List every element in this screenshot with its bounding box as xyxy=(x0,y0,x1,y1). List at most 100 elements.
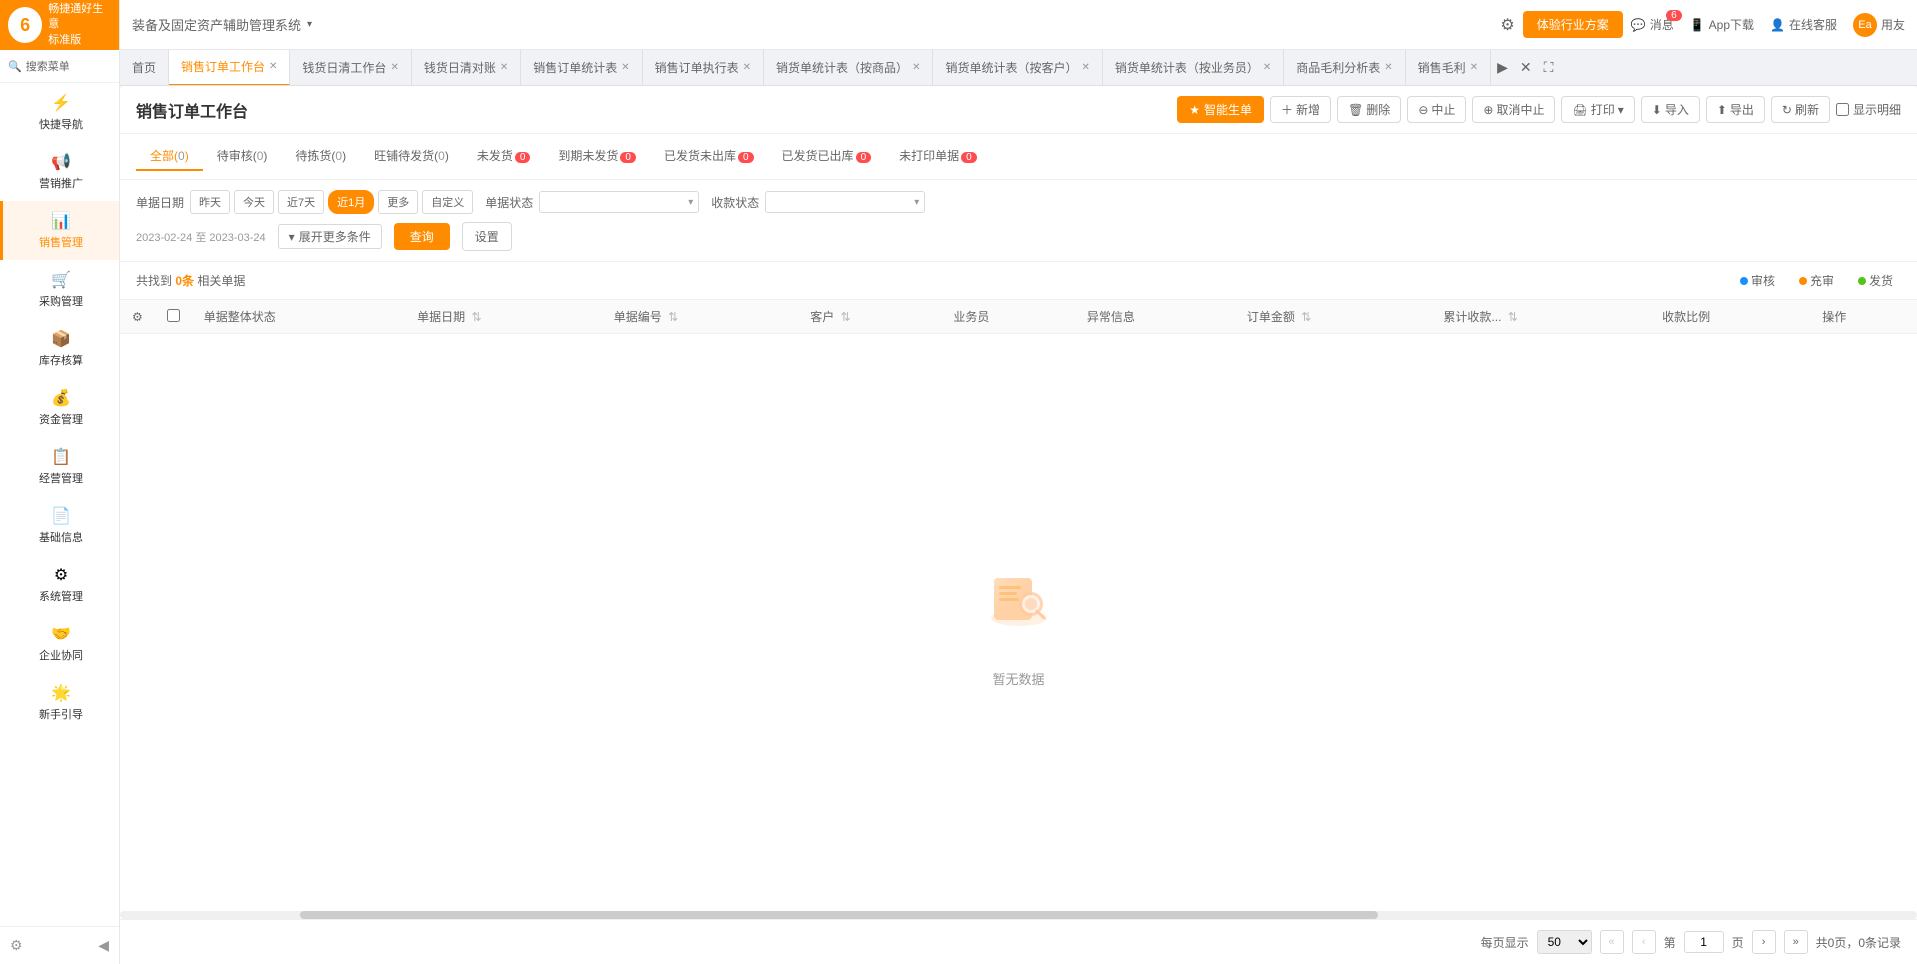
filter-tab-all[interactable]: 全部(0) xyxy=(136,142,203,171)
tab-close-cash-goods-reconcile[interactable]: ✕ xyxy=(500,62,508,73)
sidebar-item-basic-info[interactable]: 📄 基础信息 xyxy=(0,496,119,555)
tab-close-cash-clearance[interactable]: ✕ xyxy=(390,62,398,73)
tab-close-sales-more[interactable]: ✕ xyxy=(1470,62,1478,73)
column-settings-icon[interactable]: ⚙ xyxy=(132,310,143,324)
filter-tab-not-printed[interactable]: 未打印单据0 xyxy=(885,142,991,171)
tab-more-btn[interactable]: ▶ xyxy=(1491,50,1514,86)
tab-close-all-btn[interactable]: ✕ xyxy=(1514,50,1538,86)
sort-number-icon[interactable]: ⇅ xyxy=(668,310,678,324)
tab-sales-workbench[interactable]: 销售订单工作台 ✕ xyxy=(169,50,290,86)
stop-btn[interactable]: ⊖ 中止 xyxy=(1407,96,1466,123)
tab-close-sales-exec[interactable]: ✕ xyxy=(743,62,751,73)
filter-tab-pending-review[interactable]: 待审核(0) xyxy=(203,142,282,171)
tab-sales-stats[interactable]: 销售订单统计表 ✕ xyxy=(521,50,642,86)
tab-close-sales-workbench[interactable]: ✕ xyxy=(269,61,277,72)
filter-tab-not-shipped[interactable]: 未发货0 xyxy=(463,142,545,171)
date-btn-custom[interactable]: 自定义 xyxy=(422,190,473,214)
filter-tab-wangpu-pending[interactable]: 旺铺待发货(0) xyxy=(360,142,463,171)
tab-sales-by-customer[interactable]: 销货单统计表（按客户） ✕ xyxy=(933,50,1102,86)
smart-btn[interactable]: ★ 智能生单 xyxy=(1177,96,1264,123)
filter-tab-shipped-not-out[interactable]: 已发货未出库0 xyxy=(650,142,768,171)
date-btn-1month[interactable]: 近1月 xyxy=(328,190,374,214)
last-page-btn[interactable]: » xyxy=(1784,930,1808,954)
sidebar-item-marketing[interactable]: 📢 营销推广 xyxy=(0,142,119,201)
settings-icon[interactable]: ⚙ xyxy=(10,937,23,954)
date-btn-7days[interactable]: 近7天 xyxy=(278,190,324,214)
unreviewed-action-btn[interactable]: 充审 xyxy=(1791,270,1842,291)
horizontal-scrollbar[interactable] xyxy=(120,911,1917,919)
filter-tab-shipped-out[interactable]: 已发货已出库0 xyxy=(768,142,886,171)
industry-btn[interactable]: 体验行业方案 xyxy=(1523,11,1623,38)
tab-bar: 首页 销售订单工作台 ✕ 钱货日清工作台 ✕ 钱货日清对账 ✕ 销售订单统计表 … xyxy=(120,50,1917,86)
query-btn[interactable]: 查询 xyxy=(394,223,450,250)
sidebar-item-purchase[interactable]: 🛒 采购管理 xyxy=(0,260,119,319)
sidebar-item-sales[interactable]: 📊 销售管理 xyxy=(0,201,119,260)
ship-action-btn[interactable]: 发货 xyxy=(1850,270,1901,291)
delete-btn[interactable]: 🗑 删除 xyxy=(1337,96,1401,123)
sort-customer-icon[interactable]: ⇅ xyxy=(841,310,851,324)
sidebar-item-system[interactable]: ⚙ 系统管理 xyxy=(0,555,119,614)
next-page-btn[interactable]: › xyxy=(1752,930,1776,954)
empty-icon xyxy=(979,558,1059,657)
tab-close-sales-by-product[interactable]: ✕ xyxy=(912,62,920,73)
date-btn-yesterday[interactable]: 昨天 xyxy=(190,190,230,214)
user-btn[interactable]: Ea 用友 xyxy=(1853,13,1905,37)
sidebar-item-quick-nav[interactable]: ⚡ 快捷导航 xyxy=(0,83,119,142)
topbar-settings-icon[interactable]: ⚙ xyxy=(1500,15,1514,35)
status-select[interactable] xyxy=(539,191,699,213)
set-btn[interactable]: 设置 xyxy=(462,222,512,251)
filter-tab-expired-not-shipped[interactable]: 到期未发货0 xyxy=(544,142,650,171)
table-count-info: 共找到 0条 相关单据 xyxy=(136,272,245,289)
show-detail-input[interactable] xyxy=(1836,103,1849,116)
dropdown-icon[interactable]: ▾ xyxy=(307,19,312,30)
tab-cash-clearance[interactable]: 钱货日清工作台 ✕ xyxy=(290,50,411,86)
page-input[interactable] xyxy=(1684,931,1724,953)
tab-sales-by-staff[interactable]: 销货单统计表（按业务员） ✕ xyxy=(1103,50,1284,86)
first-page-btn[interactable]: « xyxy=(1600,930,1624,954)
tab-sales-more[interactable]: 销售毛利 ✕ xyxy=(1406,50,1491,86)
online-service-btn[interactable]: 👤 在线客服 xyxy=(1770,16,1837,33)
table-info-bar: 共找到 0条 相关单据 审核 充审 发货 xyxy=(120,262,1917,300)
tab-margin-analysis[interactable]: 商品毛利分析表 ✕ xyxy=(1284,50,1405,86)
tab-close-sales-by-staff[interactable]: ✕ xyxy=(1263,62,1271,73)
message-btn[interactable]: 💬 消息 6 xyxy=(1631,16,1674,33)
import-btn[interactable]: ⬇ 导入 xyxy=(1641,96,1700,123)
status-select-wrapper xyxy=(539,191,699,213)
date-btn-more[interactable]: 更多 xyxy=(378,190,418,214)
tab-sales-by-product[interactable]: 销货单统计表（按商品） ✕ xyxy=(764,50,933,86)
refresh-btn[interactable]: ↻ 刷新 xyxy=(1771,96,1830,123)
tab-sales-exec[interactable]: 销售订单执行表 ✕ xyxy=(643,50,764,86)
tab-home[interactable]: 首页 xyxy=(120,50,169,86)
expand-conditions-btn[interactable]: ▾ 展开更多条件 xyxy=(278,224,382,249)
review-action-btn[interactable]: 审核 xyxy=(1732,270,1783,291)
tab-fullscreen-btn[interactable]: ⛶ xyxy=(1538,50,1560,86)
sort-date-icon[interactable]: ⇅ xyxy=(472,310,482,324)
sidebar-item-finance[interactable]: 💰 资金管理 xyxy=(0,378,119,437)
add-btn[interactable]: ＋ 新增 xyxy=(1270,96,1331,123)
per-page-select[interactable]: 20 50 100 xyxy=(1537,930,1592,954)
cancel-stop-btn[interactable]: ⊕ 取消中止 xyxy=(1472,96,1555,123)
tab-cash-goods-reconcile[interactable]: 钱货日清对账 ✕ xyxy=(412,50,521,86)
sidebar-search[interactable]: 🔍 搜索菜单 xyxy=(0,50,119,83)
scrollbar-thumb[interactable] xyxy=(300,911,1378,919)
tab-close-sales-by-customer[interactable]: ✕ xyxy=(1081,62,1089,73)
filter-tab-pending-inspection[interactable]: 待拣货(0) xyxy=(281,142,360,171)
tab-close-sales-stats[interactable]: ✕ xyxy=(621,62,629,73)
collapse-icon[interactable]: ◀ xyxy=(98,937,109,954)
select-all-checkbox[interactable] xyxy=(167,309,180,322)
sidebar-item-inventory[interactable]: 📦 库存核算 xyxy=(0,319,119,378)
sidebar-item-operations[interactable]: 📋 经营管理 xyxy=(0,437,119,496)
sort-amount-icon[interactable]: ⇅ xyxy=(1301,310,1311,324)
tab-close-margin-analysis[interactable]: ✕ xyxy=(1384,62,1392,73)
print-btn[interactable]: 🖨 打印 ▾ xyxy=(1561,96,1634,123)
date-btn-today[interactable]: 今天 xyxy=(234,190,274,214)
show-detail-checkbox[interactable]: 显示明细 xyxy=(1836,101,1901,118)
app-download-btn[interactable]: 📱 App下载 xyxy=(1690,16,1754,33)
sidebar-item-cooperation[interactable]: 🤝 企业协同 xyxy=(0,614,119,673)
prev-page-btn[interactable]: ‹ xyxy=(1632,930,1656,954)
export-btn[interactable]: ⬆ 导出 xyxy=(1706,96,1765,123)
payment-select[interactable] xyxy=(765,191,925,213)
sidebar-item-guide[interactable]: 🌟 新手引导 xyxy=(0,673,119,732)
sort-collected-icon[interactable]: ⇅ xyxy=(1508,310,1518,324)
main-panel: 销售订单工作台 ★ 智能生单 ＋ 新增 🗑 删除 ⊖ 中止 xyxy=(120,86,1917,964)
